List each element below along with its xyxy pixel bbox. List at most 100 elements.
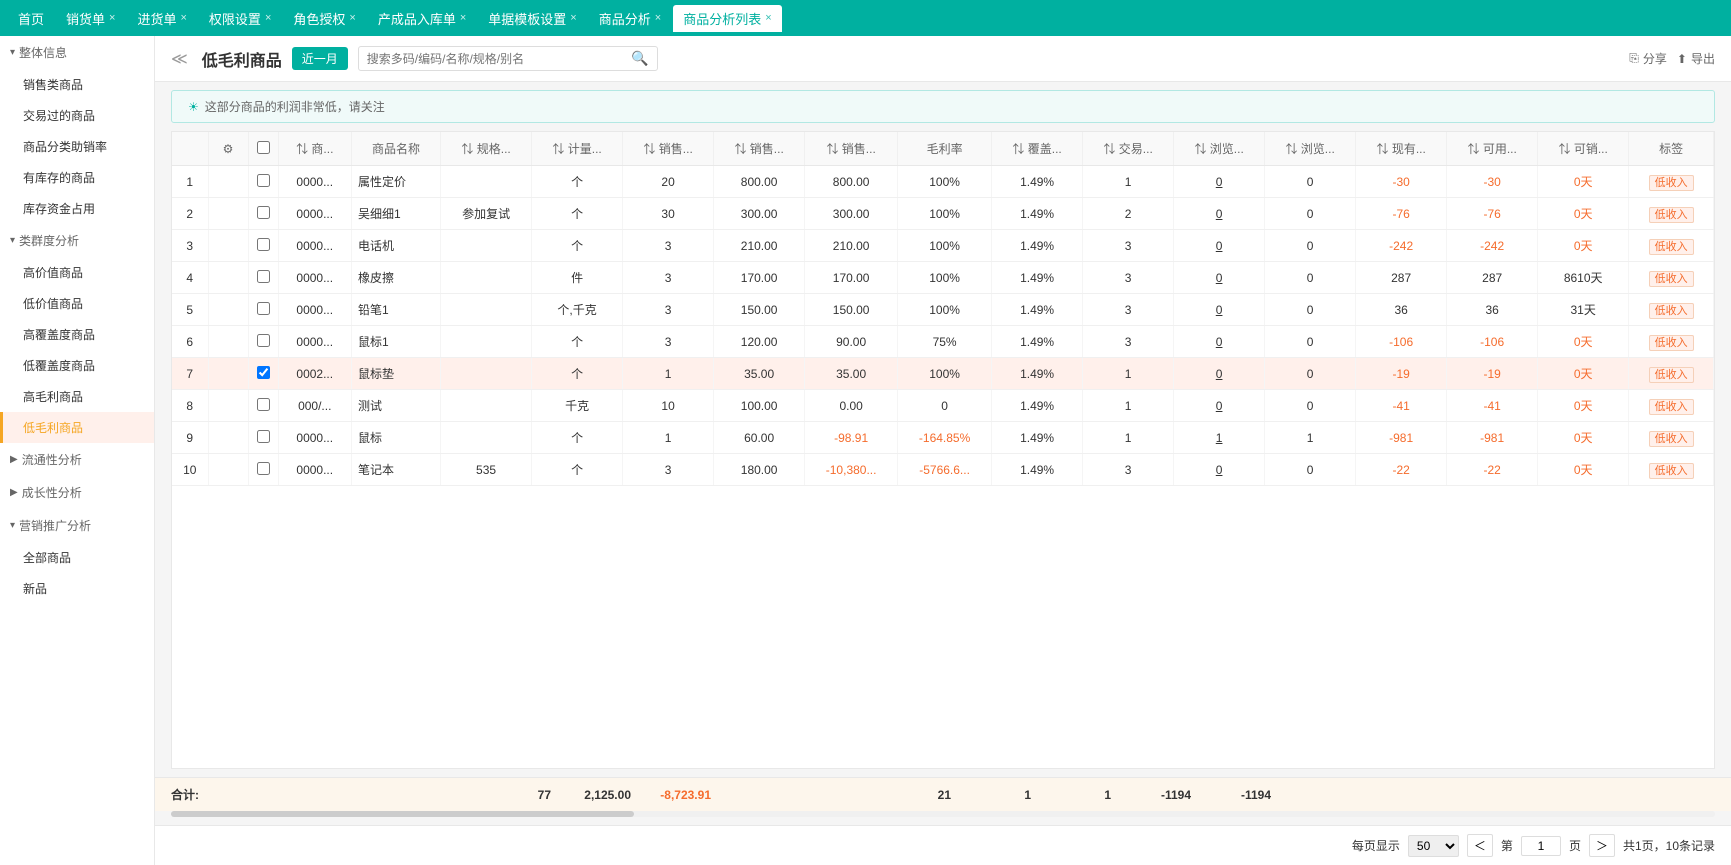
sidebar-item-low-coverage[interactable]: 低覆盖度商品 [0, 350, 154, 381]
cell-current-3: 287 [1356, 262, 1447, 294]
cell-browse1-8[interactable]: 1 [1174, 422, 1265, 454]
sidebar-item-high-value[interactable]: 高价值商品 [0, 257, 154, 288]
row-checkbox-2[interactable] [257, 238, 270, 251]
sidebar-item-all-goods[interactable]: 全部商品 [0, 542, 154, 573]
nav-close-roles[interactable]: × [349, 12, 355, 24]
sidebar-group-overall[interactable]: ▾ 整体信息 [0, 36, 154, 69]
cell-checkbox-3[interactable] [248, 262, 278, 294]
sidebar-item-low-margin[interactable]: 低毛利商品 [0, 412, 154, 443]
th-code[interactable]: ⇅ 商... [278, 132, 352, 166]
nav-item-products[interactable]: 产成品入库单 × [368, 5, 476, 32]
row-checkbox-8[interactable] [257, 430, 270, 443]
sidebar-item-in-stock[interactable]: 有库存的商品 [0, 162, 154, 193]
row-checkbox-3[interactable] [257, 270, 270, 283]
th-available[interactable]: ⇅ 可用... [1447, 132, 1538, 166]
cell-checkbox-0[interactable] [248, 166, 278, 198]
nav-close-permissions[interactable]: × [265, 12, 271, 24]
nav-item-home[interactable]: 首页 [8, 5, 54, 32]
row-checkbox-6[interactable] [257, 366, 270, 379]
th-browse1[interactable]: ⇅ 浏览... [1174, 132, 1265, 166]
per-page-select[interactable]: 50 20 100 [1408, 835, 1459, 857]
sidebar-group-marketing[interactable]: ▾ 营销推广分析 [0, 509, 154, 542]
th-unit[interactable]: ⇅ 计量... [532, 132, 623, 166]
th-settings[interactable]: ⚙ [208, 132, 248, 166]
next-page-button[interactable]: ＞ [1589, 834, 1615, 857]
page-number-input[interactable] [1521, 836, 1561, 856]
sidebar-item-category-rate[interactable]: 商品分类助销率 [0, 131, 154, 162]
th-coverage[interactable]: ⇅ 覆盖... [992, 132, 1083, 166]
cell-checkbox-2[interactable] [248, 230, 278, 262]
cell-browse1-6[interactable]: 0 [1174, 358, 1265, 390]
share-button[interactable]: ⎘ 分享 [1629, 50, 1667, 67]
nav-item-roles[interactable]: 角色授权 × [283, 5, 365, 32]
cell-trade-1: 2 [1083, 198, 1174, 230]
th-gross-margin[interactable]: 毛利率 [898, 132, 992, 166]
cell-checkbox-5[interactable] [248, 326, 278, 358]
date-filter-button[interactable]: 近一月 [292, 47, 348, 70]
row-checkbox-5[interactable] [257, 334, 270, 347]
cell-checkbox-4[interactable] [248, 294, 278, 326]
collapse-sidebar-btn[interactable]: ≪ [171, 49, 188, 69]
sidebar-group-marketing-label: 营销推广分析 [19, 517, 91, 534]
cell-checkbox-6[interactable] [248, 358, 278, 390]
cell-tag-3: 低收入 [1629, 262, 1714, 294]
search-input[interactable] [367, 52, 632, 66]
th-sale-amount[interactable]: ⇅ 销售... [805, 132, 898, 166]
prev-page-button[interactable]: ＜ [1467, 834, 1493, 857]
cell-checkbox-9[interactable] [248, 454, 278, 486]
sidebar-item-stock-capital[interactable]: 库存资金占用 [0, 193, 154, 224]
th-checkbox[interactable] [248, 132, 278, 166]
select-all-checkbox[interactable] [257, 141, 270, 154]
cell-browse1-1[interactable]: 0 [1174, 198, 1265, 230]
nav-item-templates[interactable]: 单据模板设置 × [478, 5, 586, 32]
footer-current: -1194 [1111, 788, 1191, 802]
th-current[interactable]: ⇅ 现有... [1356, 132, 1447, 166]
nav-item-purchase[interactable]: 进货单 × [127, 5, 196, 32]
sidebar-item-high-margin[interactable]: 高毛利商品 [0, 381, 154, 412]
row-checkbox-0[interactable] [257, 174, 270, 187]
nav-item-analysis[interactable]: 商品分析 × [589, 5, 671, 32]
th-name[interactable]: 商品名称 [352, 132, 441, 166]
th-sale-count[interactable]: ⇅ 销售... [623, 132, 714, 166]
sidebar-item-low-value[interactable]: 低价值商品 [0, 288, 154, 319]
cell-checkbox-8[interactable] [248, 422, 278, 454]
nav-close-purchase[interactable]: × [180, 12, 186, 24]
th-saleable[interactable]: ⇅ 可销... [1538, 132, 1629, 166]
nav-item-analysis-list[interactable]: 商品分析列表 × [673, 5, 781, 32]
cell-browse1-4[interactable]: 0 [1174, 294, 1265, 326]
row-checkbox-4[interactable] [257, 302, 270, 315]
sidebar-item-sales-goods[interactable]: 销售类商品 [0, 69, 154, 100]
cell-browse1-9[interactable]: 0 [1174, 454, 1265, 486]
th-trade[interactable]: ⇅ 交易... [1083, 132, 1174, 166]
cell-saleable-5: 0天 [1538, 326, 1629, 358]
nav-close-products[interactable]: × [460, 12, 466, 24]
th-browse2[interactable]: ⇅ 浏览... [1265, 132, 1356, 166]
row-checkbox-1[interactable] [257, 206, 270, 219]
cell-browse1-5[interactable]: 0 [1174, 326, 1265, 358]
row-checkbox-7[interactable] [257, 398, 270, 411]
sidebar-group-growth[interactable]: ▶ 成长性分析 [0, 476, 154, 509]
sidebar-item-new-goods[interactable]: 新品 [0, 573, 154, 604]
row-checkbox-9[interactable] [257, 462, 270, 475]
sidebar-group-circulation[interactable]: ▶ 流通性分析 [0, 443, 154, 476]
nav-close-sales[interactable]: × [109, 12, 115, 24]
cell-browse1-3[interactable]: 0 [1174, 262, 1265, 294]
nav-close-analysis[interactable]: × [655, 12, 661, 24]
cell-browse1-7[interactable]: 0 [1174, 390, 1265, 422]
sidebar-item-high-coverage[interactable]: 高覆盖度商品 [0, 319, 154, 350]
th-spec[interactable]: ⇅ 规格... [441, 132, 532, 166]
th-tag[interactable]: 标签 [1629, 132, 1714, 166]
sidebar-item-traded-goods[interactable]: 交易过的商品 [0, 100, 154, 131]
cell-checkbox-7[interactable] [248, 390, 278, 422]
nav-item-permissions[interactable]: 权限设置 × [199, 5, 281, 32]
sidebar-group-cluster[interactable]: ▾ 类群度分析 [0, 224, 154, 257]
nav-close-templates[interactable]: × [570, 12, 576, 24]
cell-browse1-2[interactable]: 0 [1174, 230, 1265, 262]
th-sale-price[interactable]: ⇅ 销售... [714, 132, 805, 166]
cell-available-4: 36 [1447, 294, 1538, 326]
nav-close-analysis-list[interactable]: × [765, 12, 771, 24]
cell-browse1-0[interactable]: 0 [1174, 166, 1265, 198]
export-button[interactable]: ⬆ 导出 [1677, 50, 1715, 67]
nav-item-sales[interactable]: 销货单 × [56, 5, 125, 32]
cell-checkbox-1[interactable] [248, 198, 278, 230]
